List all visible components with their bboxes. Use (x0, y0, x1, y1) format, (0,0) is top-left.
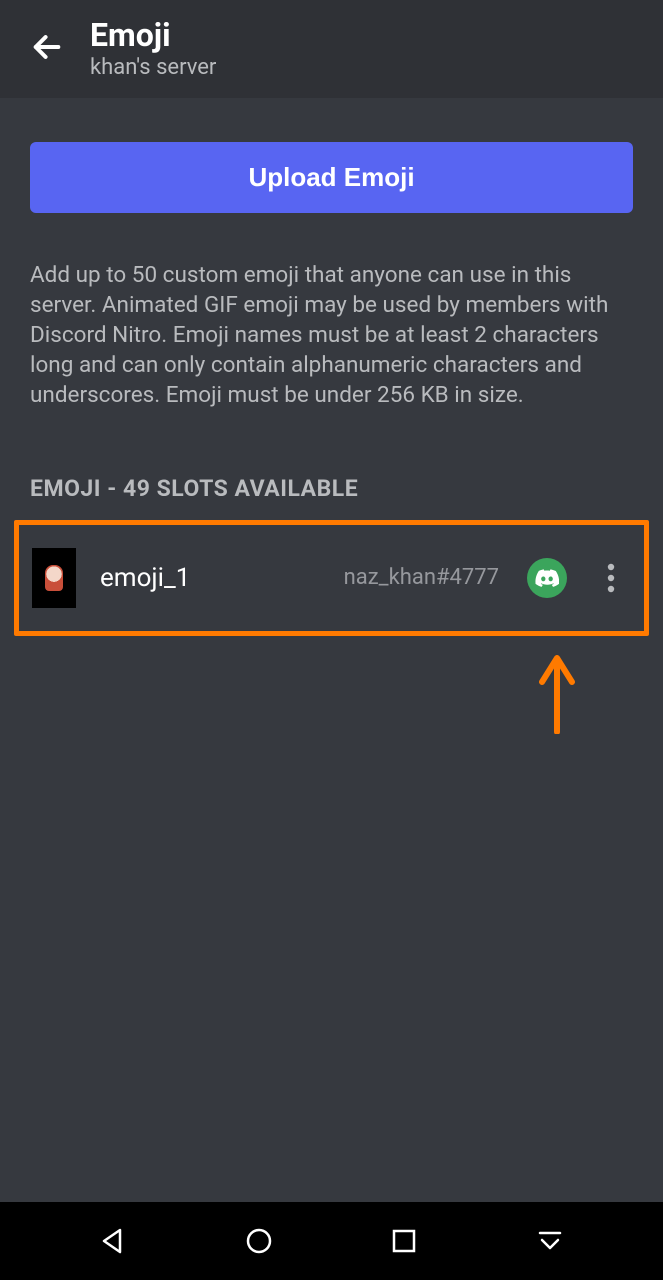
content-area: Upload Emoji Add up to 50 custom emoji t… (0, 98, 663, 1202)
header-bar: Emoji khan's server (0, 0, 663, 98)
circle-home-icon (244, 1226, 274, 1256)
drawer-down-icon (535, 1226, 565, 1256)
system-nav-bar (0, 1202, 663, 1280)
emoji-row[interactable]: emoji_1 naz_khan#4777 (30, 542, 633, 614)
nav-drawer-button[interactable] (530, 1221, 570, 1261)
page-subtitle: khan's server (90, 55, 216, 80)
description-text: Add up to 50 custom emoji that anyone ca… (30, 261, 633, 411)
emoji-image (45, 565, 63, 591)
annotation-arrow (532, 654, 582, 738)
header-text: Emoji khan's server (90, 18, 216, 80)
square-recent-icon (391, 1228, 417, 1254)
emoji-section-header: EMOJI - 49 SLOTS AVAILABLE (30, 475, 633, 502)
emoji-thumbnail (32, 548, 76, 608)
triangle-back-icon (98, 1226, 128, 1256)
discord-logo-icon (535, 569, 559, 587)
emoji-name: emoji_1 (100, 563, 190, 593)
nav-home-button[interactable] (239, 1221, 279, 1261)
more-vertical-icon (607, 563, 615, 593)
arrow-up-icon (532, 654, 582, 734)
upload-emoji-button[interactable]: Upload Emoji (30, 142, 633, 213)
nav-recent-button[interactable] (384, 1221, 424, 1261)
emoji-list: emoji_1 naz_khan#4777 (30, 542, 633, 614)
arrow-left-icon (30, 30, 64, 64)
nav-back-button[interactable] (93, 1221, 133, 1261)
uploader-avatar (527, 558, 567, 598)
emoji-more-button[interactable] (591, 558, 631, 598)
back-button[interactable] (30, 30, 64, 68)
page-title: Emoji (90, 18, 216, 53)
emoji-uploader-tag: naz_khan#4777 (344, 565, 499, 590)
